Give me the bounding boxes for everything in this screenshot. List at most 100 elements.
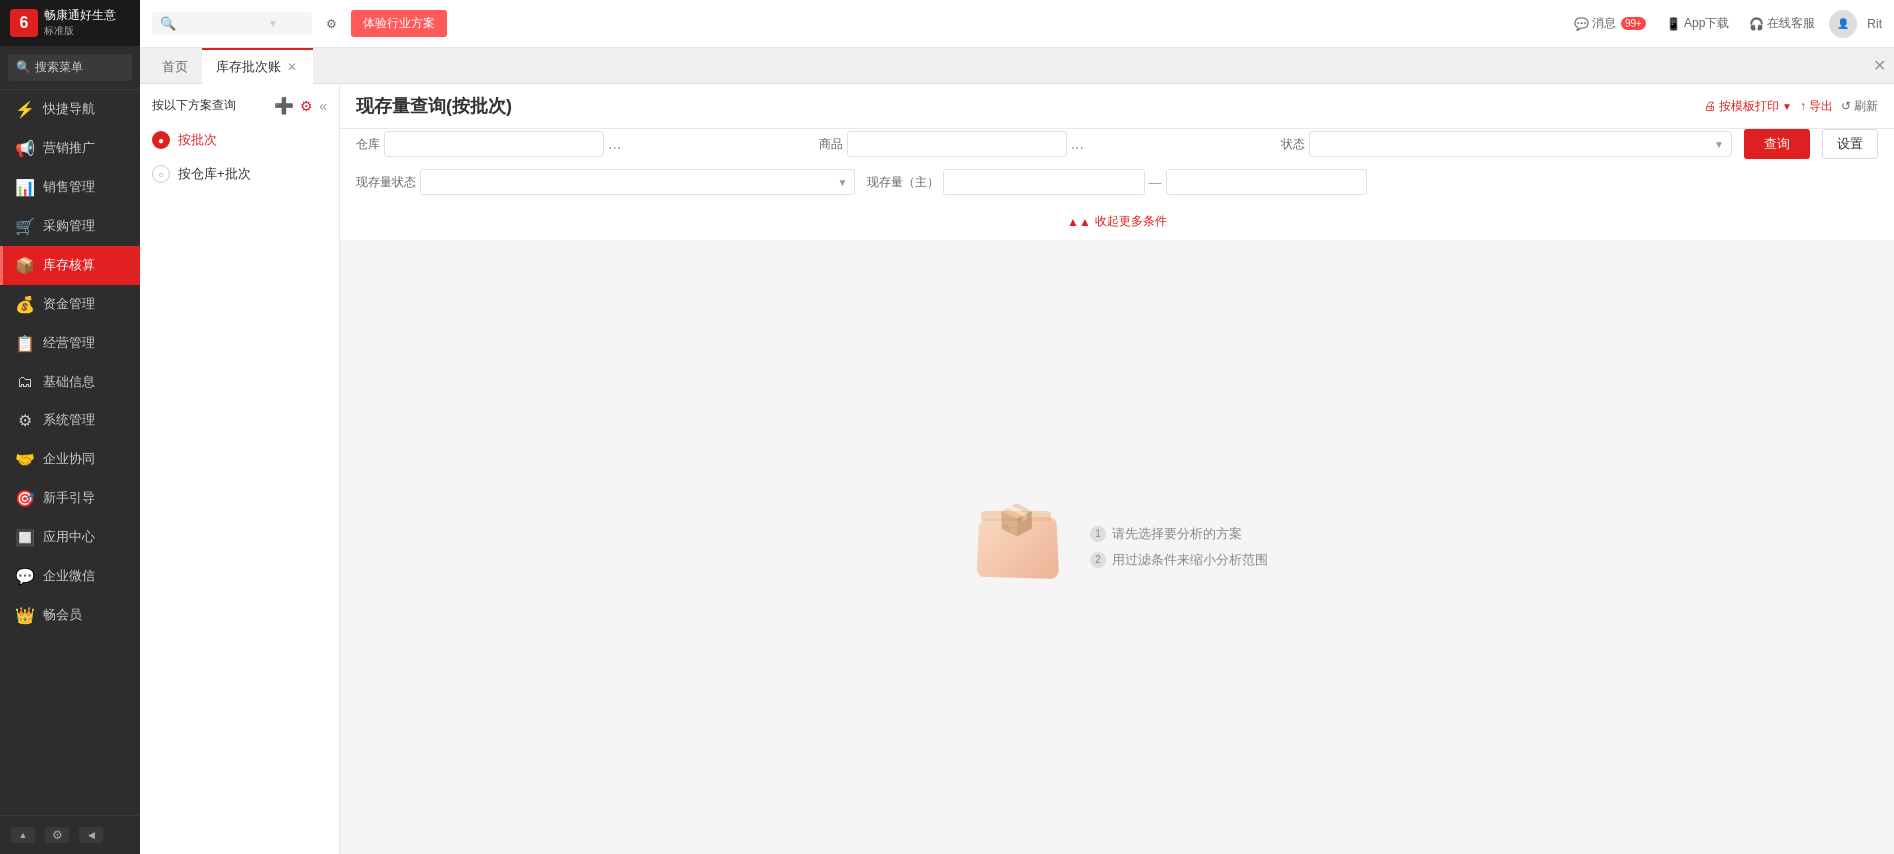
sidebar-item-system[interactable]: ⚙ 系统管理 — [0, 401, 140, 440]
quantity-from-input[interactable] — [943, 169, 1144, 195]
settings-topbar-button[interactable]: ⚙ — [320, 13, 343, 35]
sidebar-item-apps[interactable]: 🔲 应用中心 — [0, 518, 140, 557]
export-icon: ↑ — [1800, 99, 1806, 113]
settings-button[interactable]: 设置 — [1822, 129, 1878, 159]
sidebar-scroll-down-button[interactable]: ◀ — [79, 827, 103, 843]
tab-inventory-batch[interactable]: 库存批次账 ✕ — [202, 48, 313, 84]
left-panel: 按以下方案查询 ➕ ⚙ « ● 按批次 ○ 按仓库+批次 — [140, 84, 340, 854]
operations-icon: 📋 — [15, 334, 35, 353]
filter-status: 状态 正常 停用 ▼ — [1281, 131, 1732, 157]
export-button[interactable]: ↑ 导出 — [1800, 98, 1833, 115]
schema-active-icon: ● — [152, 131, 170, 149]
add-schema-button[interactable]: ➕ — [274, 96, 294, 115]
app-info: 畅康通好生意 标准版 — [44, 8, 116, 38]
quantity-to-input[interactable] — [1166, 169, 1367, 195]
schema-inactive-icon: ○ — [152, 165, 170, 183]
sidebar-scroll-up-button[interactable]: ▲ — [11, 827, 35, 843]
sidebar-header: 6 畅康通好生意 标准版 — [0, 0, 140, 46]
enterprise-icon: 🤝 — [15, 450, 35, 469]
tab-close-button[interactable]: ✕ — [285, 60, 299, 74]
sidebar-item-inventory[interactable]: 📦 库存核算 — [0, 246, 140, 285]
topbar-search-area[interactable]: 🔍 ▼ — [152, 12, 312, 35]
sidebar-footer: ▲ ⚙ ◀ — [0, 815, 140, 854]
left-panel-actions: ➕ ⚙ « — [274, 96, 327, 115]
refresh-button[interactable]: ↺ 刷新 — [1841, 98, 1878, 115]
dropdown-icon: ▼ — [268, 18, 278, 29]
sidebar-item-wechat[interactable]: 💬 企业微信 — [0, 557, 140, 596]
status-select[interactable]: 正常 停用 — [1309, 131, 1732, 157]
collapse-panel-button[interactable]: « — [319, 96, 327, 115]
app-download-button[interactable]: 📱 App下载 — [1660, 11, 1735, 36]
empty-illustration: 📦 — [966, 497, 1066, 597]
sidebar-item-finance[interactable]: 💰 资金管理 — [0, 285, 140, 324]
product-label: 商品 — [819, 136, 843, 153]
guide-icon: 🎯 — [15, 489, 35, 508]
sidebar-item-marketing[interactable]: 📢 营销推广 — [0, 129, 140, 168]
collapse-button[interactable]: ▲▲ 收起更多条件 — [1061, 207, 1173, 236]
filter-row-1: 仓库 ... 商品 ... 状态 — [356, 129, 1878, 159]
page-title-bar: 现存量查询(按批次) 🖨 按模板打印 ▼ ↑ 导出 ↺ 刷新 — [340, 84, 1894, 129]
sidebar-navigation: ⚡ 快捷导航 📢 营销推广 📊 销售管理 🛒 采购管理 📦 库存核算 💰 资金管… — [0, 90, 140, 815]
marketing-icon: 📢 — [15, 139, 35, 158]
inventory-status-select-wrapper[interactable]: ▼ — [420, 169, 855, 195]
experience-button[interactable]: 体验行业方案 — [351, 10, 447, 37]
app-version: 标准版 — [44, 24, 116, 38]
sidebar-item-operations[interactable]: 📋 经营管理 — [0, 324, 140, 363]
sidebar: 6 畅康通好生意 标准版 🔍 搜索菜单 ⚡ 快捷导航 📢 营销推广 📊 销售管理… — [0, 0, 140, 854]
settings-footer-button[interactable]: ⚙ — [45, 827, 69, 843]
tabs-bar: 首页 库存批次账 ✕ ✕ — [140, 48, 1894, 84]
apps-icon: 🔲 — [15, 528, 35, 547]
system-icon: ⚙ — [15, 411, 35, 430]
sidebar-item-quick-nav[interactable]: ⚡ 快捷导航 — [0, 90, 140, 129]
empty-tip-1: 1 请先选择要分析的方案 — [1090, 521, 1268, 547]
app-logo: 6 — [10, 9, 38, 37]
sidebar-item-enterprise[interactable]: 🤝 企业协同 — [0, 440, 140, 479]
inventory-status-select[interactable] — [420, 169, 855, 195]
print-button[interactable]: 🖨 按模板打印 ▼ — [1704, 98, 1792, 115]
status-label: 状态 — [1281, 136, 1305, 153]
filter-quantity: 现存量（主） — — [867, 169, 1366, 195]
product-dots-button[interactable]: ... — [1071, 135, 1084, 153]
filter-product: 商品 ... — [819, 131, 1270, 157]
search-menu-button[interactable]: 🔍 搜索菜单 — [8, 54, 132, 81]
sidebar-search-area[interactable]: 🔍 搜索菜单 — [0, 46, 140, 90]
sidebar-item-basic[interactable]: 🗂 基础信息 — [0, 363, 140, 401]
query-button[interactable]: 查询 — [1744, 129, 1810, 159]
product-input[interactable] — [847, 131, 1067, 157]
sidebar-item-guide[interactable]: 🎯 新手引导 — [0, 479, 140, 518]
sidebar-item-sales[interactable]: 📊 销售管理 — [0, 168, 140, 207]
topbar-search-input[interactable] — [182, 17, 262, 31]
member-icon: 👑 — [15, 606, 35, 625]
left-panel-header: 按以下方案查询 ➕ ⚙ « — [140, 96, 339, 123]
quantity-separator: — — [1149, 175, 1162, 190]
tab-home[interactable]: 首页 — [148, 48, 202, 84]
wechat-icon: 💬 — [15, 567, 35, 586]
warehouse-dots-button[interactable]: ... — [608, 135, 621, 153]
collapse-up-icon: ▲▲ — [1067, 215, 1091, 229]
download-icon: 📱 — [1666, 17, 1681, 31]
service-icon: 🎧 — [1749, 17, 1764, 31]
search-topbar-icon: 🔍 — [160, 16, 176, 31]
basic-icon: 🗂 — [15, 373, 35, 391]
schema-item-by-warehouse-batch[interactable]: ○ 按仓库+批次 — [140, 157, 339, 191]
user-name: Rit — [1867, 17, 1882, 31]
finance-icon: 💰 — [15, 295, 35, 314]
user-icon: 👤 — [1837, 18, 1849, 29]
filter-warehouse: 仓库 ... — [356, 131, 807, 157]
query-settings-area: 查询 设置 — [1744, 129, 1878, 159]
right-content: 现存量查询(按批次) 🖨 按模板打印 ▼ ↑ 导出 ↺ 刷新 — [340, 84, 1894, 854]
settings-schema-button[interactable]: ⚙ — [300, 96, 313, 115]
sidebar-item-purchase[interactable]: 🛒 采购管理 — [0, 207, 140, 246]
tabs-close-right-button[interactable]: ✕ — [1873, 56, 1886, 75]
quick-nav-icon: ⚡ — [15, 100, 35, 119]
warehouse-label: 仓库 — [356, 136, 380, 153]
message-icon: 💬 — [1574, 17, 1589, 31]
sidebar-item-member[interactable]: 👑 畅会员 — [0, 596, 140, 635]
warehouse-input[interactable] — [384, 131, 604, 157]
avatar[interactable]: 👤 — [1829, 10, 1857, 38]
messages-button[interactable]: 💬 消息 99+ — [1568, 11, 1652, 36]
schema-item-by-batch[interactable]: ● 按批次 — [140, 123, 339, 157]
online-service-button[interactable]: 🎧 在线客服 — [1743, 11, 1821, 36]
status-select-wrapper[interactable]: 正常 停用 ▼ — [1309, 131, 1732, 157]
main-content: 🔍 ▼ ⚙ 体验行业方案 💬 消息 99+ 📱 App下载 🎧 在线客服 👤 R… — [140, 0, 1894, 854]
